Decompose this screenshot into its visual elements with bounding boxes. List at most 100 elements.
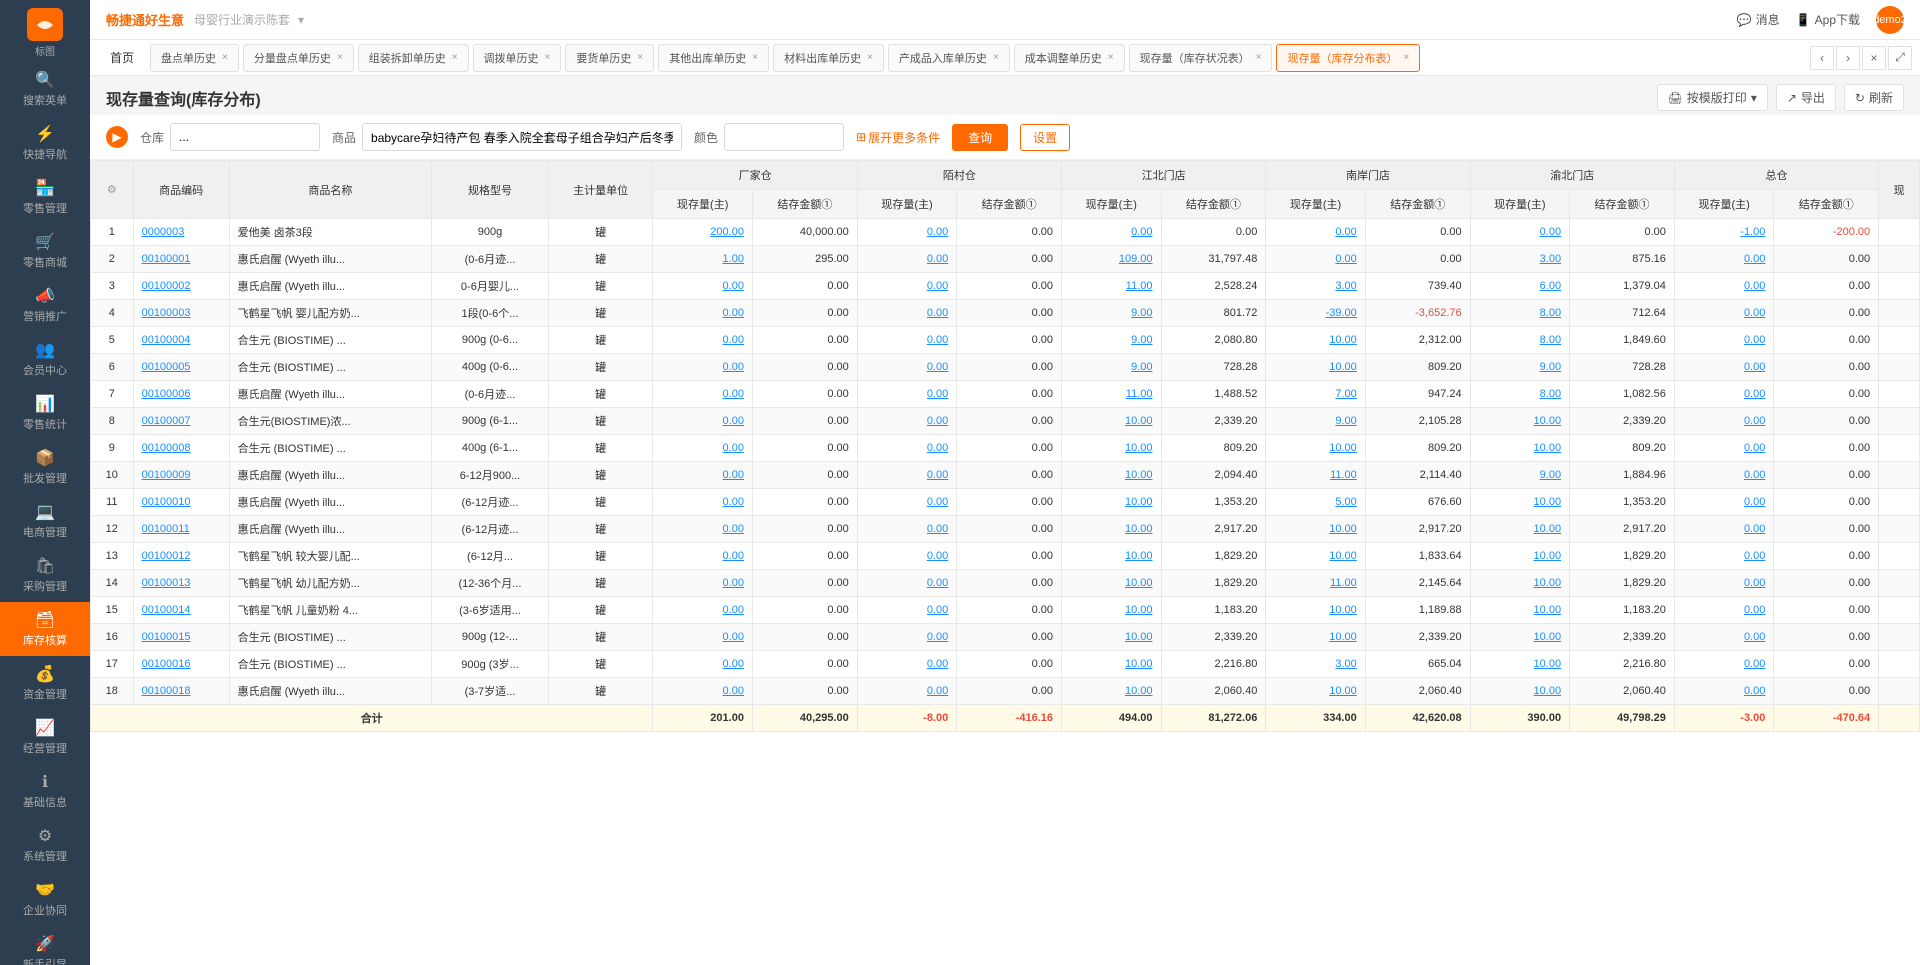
- cell-zc-qty: 0.00: [1674, 354, 1773, 381]
- tab-order[interactable]: 要货单历史 ×: [565, 44, 654, 72]
- sidebar-item-零售管理[interactable]: 🏪零售管理: [0, 170, 90, 224]
- product-code-link[interactable]: 00100012: [142, 550, 191, 562]
- sidebar-item-快捷导航[interactable]: ⚡快捷导航: [0, 116, 90, 170]
- tab-material[interactable]: 材料出库单历史 ×: [773, 44, 884, 72]
- warehouse-input[interactable]: [170, 123, 320, 151]
- user-area[interactable]: demo2: [1876, 6, 1904, 34]
- cell-zc-amt: 0.00: [1774, 462, 1879, 489]
- tab-fdisk[interactable]: 分量盘点单历史 ×: [243, 44, 354, 72]
- product-code-link[interactable]: 00100003: [142, 307, 191, 319]
- logo-icon: [27, 8, 63, 41]
- table-row: 1 0000003 爱他美 卤茶3段 900g 罐 200.00 40,000.…: [91, 219, 1920, 246]
- product-code-link[interactable]: 00100009: [142, 469, 191, 481]
- th-gear[interactable]: ⚙: [91, 161, 134, 219]
- cell-extra: [1879, 300, 1920, 327]
- product-code-link[interactable]: 00100016: [142, 658, 191, 670]
- cell-no: 13: [91, 543, 134, 570]
- close-icon[interactable]: ×: [752, 52, 758, 63]
- tab-transfer[interactable]: 调拨单历史 ×: [473, 44, 562, 72]
- cell-fj-amt: 0.00: [752, 489, 857, 516]
- sidebar-item-零售商城[interactable]: 🛒零售商城: [0, 224, 90, 278]
- cell-name: 合生元 (BIOSTIME) ...: [229, 354, 432, 381]
- sidebar-item-系统管理[interactable]: ⚙系统管理: [0, 818, 90, 872]
- setting-btn[interactable]: 设置: [1020, 124, 1070, 151]
- expand-btn[interactable]: ⊞ 展开更多条件: [856, 129, 940, 146]
- cell-unit: 罐: [548, 624, 653, 651]
- close-icon[interactable]: ×: [452, 52, 458, 63]
- cell-fj-amt: 0.00: [752, 597, 857, 624]
- tab-disk[interactable]: 盘点单历史 ×: [150, 44, 239, 72]
- sidebar-item-采购管理[interactable]: 🛍采购管理: [0, 548, 90, 602]
- sidebar-item-资金管理[interactable]: 💰资金管理: [0, 656, 90, 710]
- brand-name: 畅捷通好生意: [106, 10, 184, 29]
- close-icon[interactable]: ×: [867, 52, 873, 63]
- tab-stock-dist[interactable]: 现存量（库存分布表） ×: [1276, 44, 1420, 72]
- tab-next-btn[interactable]: ›: [1836, 46, 1860, 70]
- product-code-link[interactable]: 00100010: [142, 496, 191, 508]
- close-icon[interactable]: ×: [545, 52, 551, 63]
- product-code-link[interactable]: 00100008: [142, 442, 191, 454]
- cell-yb-amt: 1,353.20: [1570, 489, 1675, 516]
- table-row: 6 00100005 合生元 (BIOSTIME) ... 400g (0-6.…: [91, 354, 1920, 381]
- product-code-link[interactable]: 00100007: [142, 415, 191, 427]
- print-btn[interactable]: 🖨 按模版打印 ▾: [1657, 84, 1768, 111]
- cell-na-amt: 0.00: [1365, 219, 1470, 246]
- sidebar-label: 零售管理: [23, 200, 67, 216]
- sidebar-item-营销推广[interactable]: 📣营销推广: [0, 278, 90, 332]
- sidebar-item-会员中心[interactable]: 👥会员中心: [0, 332, 90, 386]
- footer-zc-qty: -3.00: [1674, 705, 1773, 732]
- sidebar-item-库存核算[interactable]: 🗃库存核算: [0, 602, 90, 656]
- close-icon[interactable]: ×: [1403, 52, 1409, 63]
- tab-product-in[interactable]: 产成品入库单历史 ×: [888, 44, 1010, 72]
- sidebar-item-零售统计[interactable]: 📊零售统计: [0, 386, 90, 440]
- cell-yb-amt: 2,060.40: [1570, 678, 1675, 705]
- product-code-link[interactable]: 00100014: [142, 604, 191, 616]
- th-yb-amt: 结存金额①: [1570, 190, 1675, 219]
- toggle-expand-btn[interactable]: ▶: [106, 126, 128, 148]
- cell-code: 00100002: [133, 273, 229, 300]
- cell-yb-qty: 3.00: [1470, 246, 1569, 273]
- sidebar-item-搜索英单[interactable]: 🔍搜索英单: [0, 62, 90, 116]
- product-code-link[interactable]: 00100002: [142, 280, 191, 292]
- sidebar-item-基础信息[interactable]: ℹ基础信息: [0, 764, 90, 818]
- tab-assemble[interactable]: 组装拆卸单历史 ×: [358, 44, 469, 72]
- search-btn[interactable]: 查询: [952, 124, 1008, 151]
- product-code-link[interactable]: 00100001: [142, 253, 191, 265]
- tab-home[interactable]: 首页: [98, 44, 146, 72]
- tab-prev-btn[interactable]: ‹: [1810, 46, 1834, 70]
- tab-close-btn[interactable]: ×: [1862, 46, 1886, 70]
- product-code-link[interactable]: 00100018: [142, 685, 191, 697]
- product-code-link[interactable]: 00100004: [142, 334, 191, 346]
- close-icon[interactable]: ×: [637, 52, 643, 63]
- color-input[interactable]: [724, 123, 844, 151]
- product-code-link[interactable]: 00100011: [142, 523, 190, 535]
- product-code-link[interactable]: 00100015: [142, 631, 191, 643]
- tab-stock-status[interactable]: 现存量（库存状况表） ×: [1129, 44, 1273, 72]
- close-icon[interactable]: ×: [337, 52, 343, 63]
- message-btn[interactable]: 💬 消息: [1737, 11, 1780, 28]
- close-icon[interactable]: ×: [222, 52, 228, 63]
- product-code-link[interactable]: 00100005: [142, 361, 191, 373]
- th-yb-qty: 现存量(主): [1470, 190, 1569, 219]
- close-icon[interactable]: ×: [993, 52, 999, 63]
- export-btn[interactable]: ↗ 导出: [1776, 84, 1836, 111]
- app-download-btn[interactable]: 📱 App下载: [1796, 11, 1860, 28]
- product-input[interactable]: [362, 123, 682, 151]
- product-code-link[interactable]: 00100006: [142, 388, 191, 400]
- close-icon[interactable]: ×: [1108, 52, 1114, 63]
- tab-expand-btn[interactable]: ⤢: [1888, 46, 1912, 70]
- cell-unit: 罐: [548, 246, 653, 273]
- product-code-link[interactable]: 00100013: [142, 577, 191, 589]
- product-code-link[interactable]: 0000003: [142, 226, 185, 238]
- sidebar-item-电商管理[interactable]: 💻电商管理: [0, 494, 90, 548]
- sidebar-item-经营管理[interactable]: 📈经营管理: [0, 710, 90, 764]
- cell-zc-qty: 0.00: [1674, 435, 1773, 462]
- sidebar-item-新手引导[interactable]: 🚀新手引导: [0, 926, 90, 965]
- tab-other-out[interactable]: 其他出库单历史 ×: [658, 44, 769, 72]
- close-icon[interactable]: ×: [1256, 52, 1262, 63]
- tab-scroll: 首页 盘点单历史 × 分量盘点单历史 × 组装拆卸单历史 × 调拨单历史 × 要…: [98, 44, 1810, 72]
- refresh-btn[interactable]: ↻ 刷新: [1844, 84, 1904, 111]
- sidebar-item-企业协同[interactable]: 🤝企业协同: [0, 872, 90, 926]
- tab-cost[interactable]: 成本调整单历史 ×: [1014, 44, 1125, 72]
- sidebar-item-批发管理[interactable]: 📦批发管理: [0, 440, 90, 494]
